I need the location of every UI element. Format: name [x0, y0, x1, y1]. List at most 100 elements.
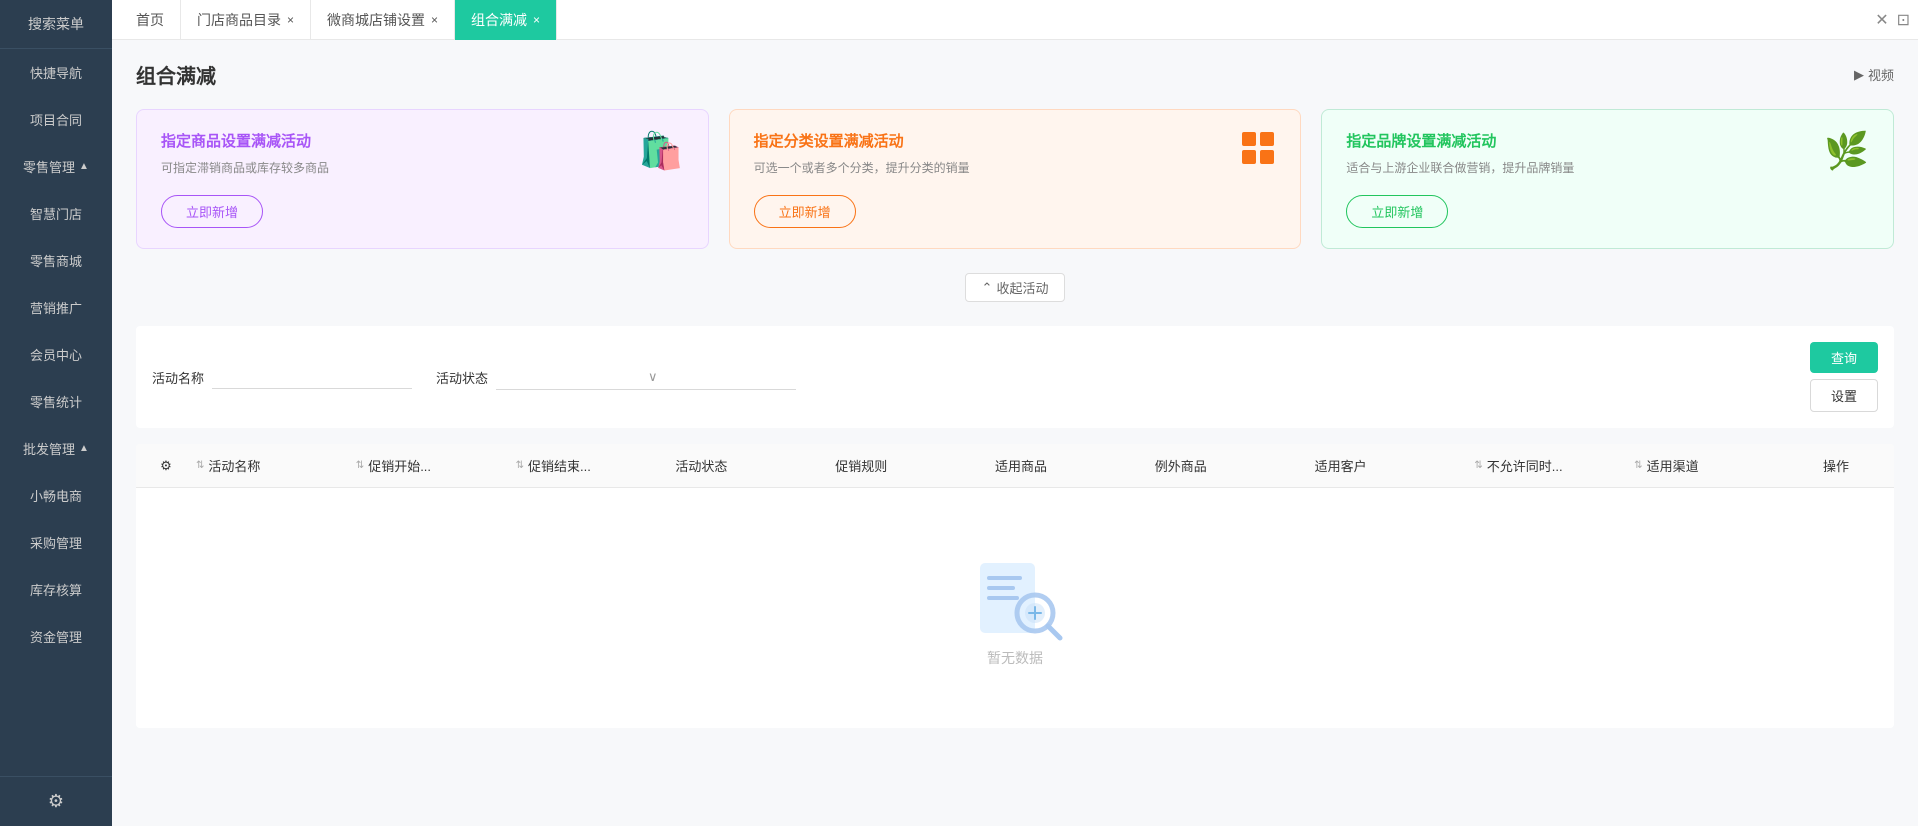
card-product: 指定商品设置满减活动 可指定滞销商品或库存较多商品 🛍️ 立即新增: [136, 109, 709, 249]
tab-menshang[interactable]: 门店商品目录 ×: [181, 0, 311, 40]
tab-home-label: 首页: [136, 10, 164, 30]
sidebar-item-yingxiao[interactable]: 营销推广: [0, 284, 112, 331]
card-brand-add-button[interactable]: 立即新增: [1346, 195, 1448, 228]
sort-icon: ⇅: [1474, 460, 1482, 471]
th-customer: 适用客户: [1307, 456, 1467, 475]
sidebar-item-label: 库存核算: [30, 580, 82, 599]
card-brand-icon: 🌿: [1824, 130, 1869, 172]
page-header: 组合满减 ▶ 视频: [136, 60, 1894, 89]
settings-button[interactable]: 设置: [1810, 379, 1878, 412]
gear-icon[interactable]: ⚙: [48, 791, 64, 811]
card-brand-desc: 适合与上游企业联合做营销，提升品牌销量: [1346, 159, 1869, 176]
tab-bar: 首页 门店商品目录 × 微商城店铺设置 × 组合满减 × ✕ ⊡: [112, 0, 1918, 40]
th-nosimul: ⇅ 不允许同时...: [1466, 456, 1626, 475]
filter-row: 活动名称 活动状态 ∨ 查询 设置: [152, 342, 1878, 412]
tab-home[interactable]: 首页: [120, 0, 181, 40]
sidebar-item-label: 批发管理: [23, 439, 75, 458]
th-end: ⇅ 促销结束...: [508, 456, 668, 475]
tab-menshang-close[interactable]: ×: [287, 13, 294, 27]
table-header: ⚙ ⇅ 活动名称 ⇅ 促销开始... ⇅ 促销结束... 活动状态: [136, 444, 1894, 488]
page-title: 组合满减: [136, 60, 216, 89]
chevron-down-icon: ∨: [648, 369, 796, 385]
sidebar: 搜索菜单 快捷导航 项目合同 零售管理 ▲ 智慧门店 零售商城 营销推广 会员中…: [0, 0, 112, 826]
chevron-up-icon: ⌃: [982, 280, 993, 296]
th-exception: 例外商品: [1147, 456, 1307, 475]
card-category-icon: [1240, 130, 1276, 175]
tab-zuhe-close[interactable]: ×: [533, 13, 540, 27]
th-channel: ⇅ 适用渠道: [1626, 456, 1786, 475]
sidebar-item-kucun[interactable]: 库存核算: [0, 566, 112, 613]
filter-name-item: 活动名称: [152, 365, 412, 389]
sidebar-item-zhihui[interactable]: 智慧门店: [0, 190, 112, 237]
sort-icon: ⇅: [356, 460, 364, 471]
tab-zuhe-label: 组合满减: [471, 10, 527, 30]
filter-status-select[interactable]: ∨: [496, 365, 796, 390]
card-category-desc: 可选一个或者多个分类，提升分类的销量: [754, 159, 1277, 176]
filter-status-item: 活动状态 ∨: [436, 365, 796, 390]
query-button[interactable]: 查询: [1810, 342, 1878, 373]
th-status: 活动状态: [667, 456, 827, 475]
sidebar-item-label: 营销推广: [30, 298, 82, 317]
th-rule: 促销规则: [827, 456, 987, 475]
card-product-desc: 可指定滞销商品或库存较多商品: [161, 159, 684, 176]
page-content-area: 组合满减 ▶ 视频 指定商品设置满减活动 可指定滞销商品或库存较多商品 🛍️ 立…: [112, 40, 1918, 826]
video-link[interactable]: ▶ 视频: [1854, 65, 1894, 84]
empty-illustration: [955, 548, 1075, 648]
filter-section: 活动名称 活动状态 ∨ 查询 设置: [136, 326, 1894, 428]
sidebar-item-label: 零售管理: [23, 157, 75, 176]
sidebar-item-label: 快捷导航: [30, 63, 82, 82]
th-goods: 适用商品: [987, 456, 1147, 475]
chevron-down-icon: ▲: [79, 443, 89, 454]
cards-row: 指定商品设置满减活动 可指定滞销商品或库存较多商品 🛍️ 立即新增 指定分类设置…: [136, 109, 1894, 249]
sidebar-item-pifa[interactable]: 批发管理 ▲: [0, 425, 112, 472]
filter-status-label: 活动状态: [436, 368, 488, 387]
card-brand: 指定品牌设置满减活动 适合与上游企业联合做营销，提升品牌销量 🌿 立即新增: [1321, 109, 1894, 249]
tab-zuhe[interactable]: 组合满减 ×: [455, 0, 557, 40]
th-start: ⇅ 促销开始...: [348, 456, 508, 475]
sidebar-item-xiangmu[interactable]: 项目合同: [0, 96, 112, 143]
filter-name-input[interactable]: [212, 365, 412, 389]
sidebar-item-xiaochang[interactable]: 小畅电商: [0, 472, 112, 519]
collapse-label: 收起活动: [996, 278, 1048, 297]
tab-weishang[interactable]: 微商城店铺设置 ×: [311, 0, 455, 40]
sidebar-search[interactable]: 搜索菜单: [0, 0, 112, 49]
card-brand-title: 指定品牌设置满减活动: [1346, 130, 1869, 151]
filter-name-label: 活动名称: [152, 368, 204, 387]
tab-weishang-label: 微商城店铺设置: [327, 10, 425, 30]
th-settings[interactable]: ⚙: [144, 458, 188, 474]
sort-icon: ⇅: [516, 460, 524, 471]
collapse-bar: ⌃ 收起活动: [136, 265, 1894, 310]
main-content: 首页 门店商品目录 × 微商城店铺设置 × 组合满减 × ✕ ⊡ 组合满减 ▶ …: [112, 0, 1918, 826]
sidebar-item-zijin[interactable]: 资金管理: [0, 613, 112, 660]
sidebar-item-label: 小畅电商: [30, 486, 82, 505]
filter-actions: 查询 设置: [1810, 342, 1878, 412]
sidebar-item-lingsoushang[interactable]: 零售商城: [0, 237, 112, 284]
sidebar-item-label: 智慧门店: [30, 204, 82, 223]
tab-weishang-close[interactable]: ×: [431, 13, 438, 27]
empty-text: 暂无数据: [987, 648, 1043, 668]
sort-icon: ⇅: [1634, 460, 1642, 471]
sidebar-bottom: ⚙: [0, 776, 112, 826]
tab-menshang-label: 门店商品目录: [197, 10, 281, 30]
sort-icon: ⇅: [196, 460, 204, 471]
sidebar-item-label: 项目合同: [30, 110, 82, 129]
sidebar-item-label: 资金管理: [30, 627, 82, 646]
card-product-icon: 🛍️: [639, 130, 684, 172]
card-category-add-button[interactable]: 立即新增: [754, 195, 856, 228]
card-category: 指定分类设置满减活动 可选一个或者多个分类，提升分类的销量 立即新增: [729, 109, 1302, 249]
sidebar-item-lingshou[interactable]: 零售管理 ▲: [0, 143, 112, 190]
card-product-add-button[interactable]: 立即新增: [161, 195, 263, 228]
chevron-up-icon: ▲: [79, 161, 89, 172]
close-window-button[interactable]: ✕: [1875, 10, 1888, 30]
th-action: 操作: [1786, 456, 1886, 475]
sidebar-item-kuaijie[interactable]: 快捷导航: [0, 49, 112, 96]
empty-state: 暂无数据: [136, 488, 1894, 728]
maximize-window-button[interactable]: ⊡: [1897, 10, 1910, 30]
sidebar-item-caigou[interactable]: 采购管理: [0, 519, 112, 566]
sidebar-item-label: 零售商城: [30, 251, 82, 270]
sidebar-item-lingtongji[interactable]: 零售统计: [0, 378, 112, 425]
video-label: 视频: [1868, 65, 1894, 84]
sidebar-item-huiyuan[interactable]: 会员中心: [0, 331, 112, 378]
play-icon: ▶: [1854, 67, 1864, 83]
collapse-activity-button[interactable]: ⌃ 收起活动: [965, 273, 1066, 302]
